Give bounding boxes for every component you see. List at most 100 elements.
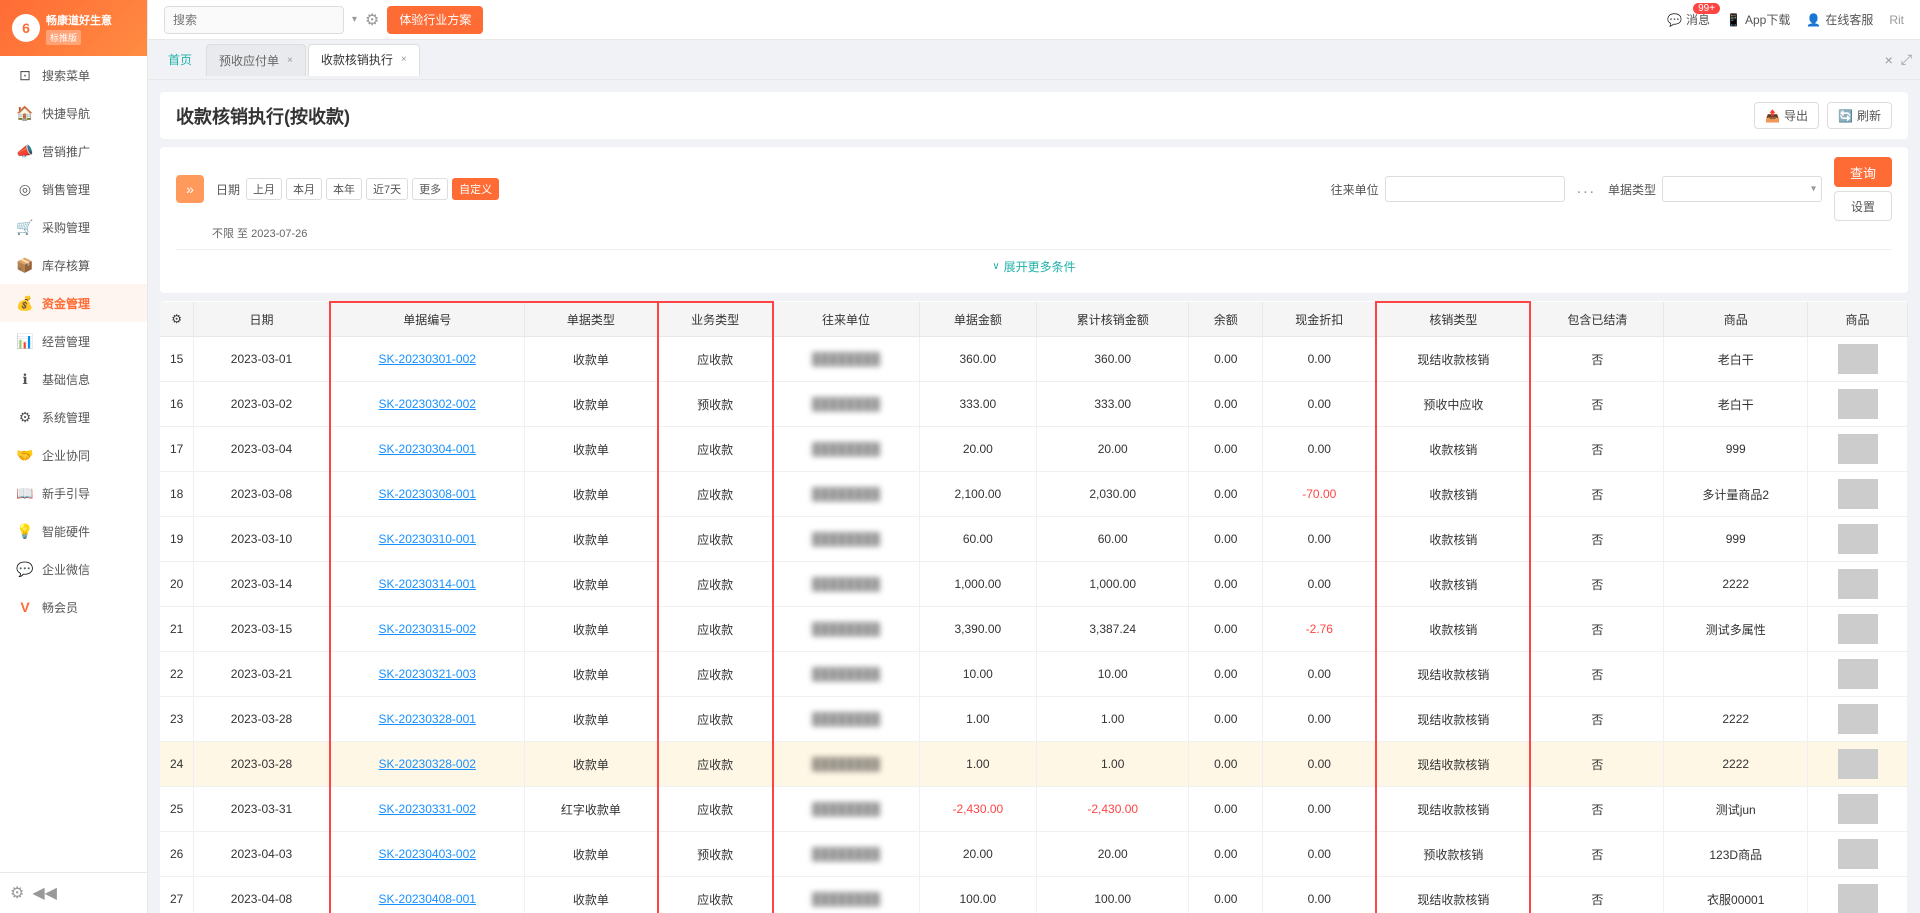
tab-close-all-icon[interactable]: × [1885,52,1893,68]
cell-voucher-type: 收款单 [524,562,658,607]
filter-date-custom[interactable]: 自定义 [452,178,499,200]
cell-product2 [1808,427,1908,472]
sidebar-item-system[interactable]: ⚙ 系统管理 [0,398,147,436]
table-scroll[interactable]: ⚙ 日期 单据编号 单据类型 业务类型 往来单位 单据金额 累计核销金额 余额 … [160,301,1908,913]
sidebar-item-operations[interactable]: 📊 经营管理 [0,322,147,360]
table-row: 152023-03-01SK-20230301-002收款单应收款███████… [160,337,1908,382]
nav-search-input[interactable] [164,6,344,34]
cell-cumulative: 10.00 [1037,652,1189,697]
sidebar-collapse-btn[interactable]: ◀◀ [32,883,57,903]
cell-date: 2023-03-10 [194,517,330,562]
app-download-btn[interactable]: 📱 App下载 [1726,11,1790,28]
top-header: ▾ ⚙ 体验行业方案 💬 消息 99+ 📱 App下载 👤 在线客服 Rit [148,0,1920,40]
solution-btn[interactable]: 体验行业方案 [387,6,483,34]
cell-product2 [1808,832,1908,877]
cell-cash-discount: 0.00 [1263,382,1377,427]
page-title-bar: 收款核销执行(按收款) 📤 导出 🔄 刷新 [160,92,1908,139]
filter-dots[interactable]: ... [1577,180,1596,198]
filter-date-more[interactable]: 更多 [412,178,448,200]
sidebar-item-finance[interactable]: 💰 资金管理 [0,284,147,322]
cell-partner: ████████ [773,787,920,832]
sidebar-settings-btn[interactable]: ⚙ [10,883,24,903]
cell-biz-type: 应收款 [658,697,773,742]
cell-include-settled: 否 [1530,877,1664,913]
cell-amount: 2,100.00 [919,472,1036,517]
tab-home[interactable]: 首页 [156,44,204,76]
user-name[interactable]: Rit [1889,13,1904,27]
cell-voucher-no: SK-20230304-001 [330,427,525,472]
message-icon: 💬 [1667,13,1682,27]
filter-settings-btn[interactable]: 设置 [1834,191,1892,221]
sidebar-item-wechat[interactable]: 💬 企业微信 [0,550,147,588]
sidebar-item-member[interactable]: V 畅会员 [0,588,147,626]
sidebar-item-inventory[interactable]: 📦 库存核算 [0,246,147,284]
filter-date-label: 日期 [216,181,240,198]
nav-gear-icon[interactable]: ⚙ [365,10,379,30]
cell-date: 2023-03-15 [194,607,330,652]
filter-date-last-month[interactable]: 上月 [246,178,282,200]
table-row: 192023-03-10SK-20230310-001收款单应收款███████… [160,517,1908,562]
tab-expand-icon[interactable]: ⤢ [1901,51,1912,68]
filter-toggle-btn[interactable]: » [176,175,204,203]
sidebar-item-guide[interactable]: 📖 新手引导 [0,474,147,512]
cell-seq: 22 [160,652,194,697]
cell-voucher-type: 收款单 [524,652,658,697]
cell-product: 2222 [1664,562,1808,607]
sidebar-item-search[interactable]: ⊡ 搜索菜单 [0,56,147,94]
query-btn[interactable]: 查询 [1834,157,1892,187]
tab-collection-close[interactable]: × [401,54,407,65]
table-row: 242023-03-28SK-20230328-002收款单应收款███████… [160,742,1908,787]
filter-date-this-month[interactable]: 本月 [286,178,322,200]
cell-voucher-type: 收款单 [524,877,658,913]
cell-include-settled: 否 [1530,832,1664,877]
filter-date-7days[interactable]: 近7天 [366,178,408,200]
cell-product: 衣服00001 [1664,877,1808,913]
service-icon: 👤 [1806,13,1821,27]
filter-voucher-type-select[interactable] [1662,176,1822,202]
cell-cash-discount: 0.00 [1263,787,1377,832]
messages-btn[interactable]: 💬 消息 99+ [1667,11,1710,28]
cell-date: 2023-03-08 [194,472,330,517]
sidebar-item-hardware[interactable]: 💡 智能硬件 [0,512,147,550]
cell-balance: 0.00 [1189,562,1263,607]
cell-voucher-type: 收款单 [524,517,658,562]
top-header-right: 💬 消息 99+ 📱 App下载 👤 在线客服 Rit [1667,11,1904,28]
filter-date-item: 日期 上月 本月 本年 近7天 更多 自定义 [216,178,499,200]
cell-product2 [1808,472,1908,517]
filter-partner-input[interactable] [1385,176,1565,202]
sidebar-item-sales[interactable]: ◎ 销售管理 [0,170,147,208]
export-btn[interactable]: 📤 导出 [1754,102,1819,129]
nav-chevron-icon[interactable]: ▾ [352,14,357,25]
cell-voucher-type: 收款单 [524,382,658,427]
sidebar-item-collab[interactable]: 🤝 企业协同 [0,436,147,474]
hardware-icon: 💡 [16,522,34,540]
sidebar-item-marketing[interactable]: 📣 营销推广 [0,132,147,170]
col-product2-header: 商品 [1808,302,1908,337]
filter-expand-btn[interactable]: ∨ 展开更多条件 [180,254,1888,279]
col-settings-header[interactable]: ⚙ [160,302,194,337]
sidebar-item-basics[interactable]: ℹ 基础信息 [0,360,147,398]
sidebar-item-purchase[interactable]: 🛒 采购管理 [0,208,147,246]
sidebar-item-quicknav[interactable]: 🏠 快捷导航 [0,94,147,132]
tab-collection[interactable]: 收款核销执行 × [308,44,420,76]
cell-product2 [1808,517,1908,562]
cell-cash-discount: 0.00 [1263,877,1377,913]
refresh-btn[interactable]: 🔄 刷新 [1827,102,1892,129]
cell-biz-type: 应收款 [658,472,773,517]
page-content: 收款核销执行(按收款) 📤 导出 🔄 刷新 » 日期 [148,80,1920,913]
tab-prepay-close[interactable]: × [287,55,293,66]
tab-prepay[interactable]: 预收应付单 × [206,44,306,76]
filter-date-this-year[interactable]: 本年 [326,178,362,200]
logo-text: 畅康道好生意 [46,12,112,28]
cell-product2 [1808,697,1908,742]
system-icon: ⚙ [16,408,34,426]
cell-writeoff-type: 现结收款核销 [1376,652,1530,697]
cell-cumulative: 360.00 [1037,337,1189,382]
table-row: 252023-03-31SK-20230331-002红字收款单应收款█████… [160,787,1908,832]
col-cumulative-header: 累计核销金额 [1037,302,1189,337]
cell-product2 [1808,607,1908,652]
cell-amount: 333.00 [919,382,1036,427]
cell-product: 999 [1664,427,1808,472]
cell-voucher-type: 收款单 [524,337,658,382]
service-btn[interactable]: 👤 在线客服 [1806,11,1873,28]
